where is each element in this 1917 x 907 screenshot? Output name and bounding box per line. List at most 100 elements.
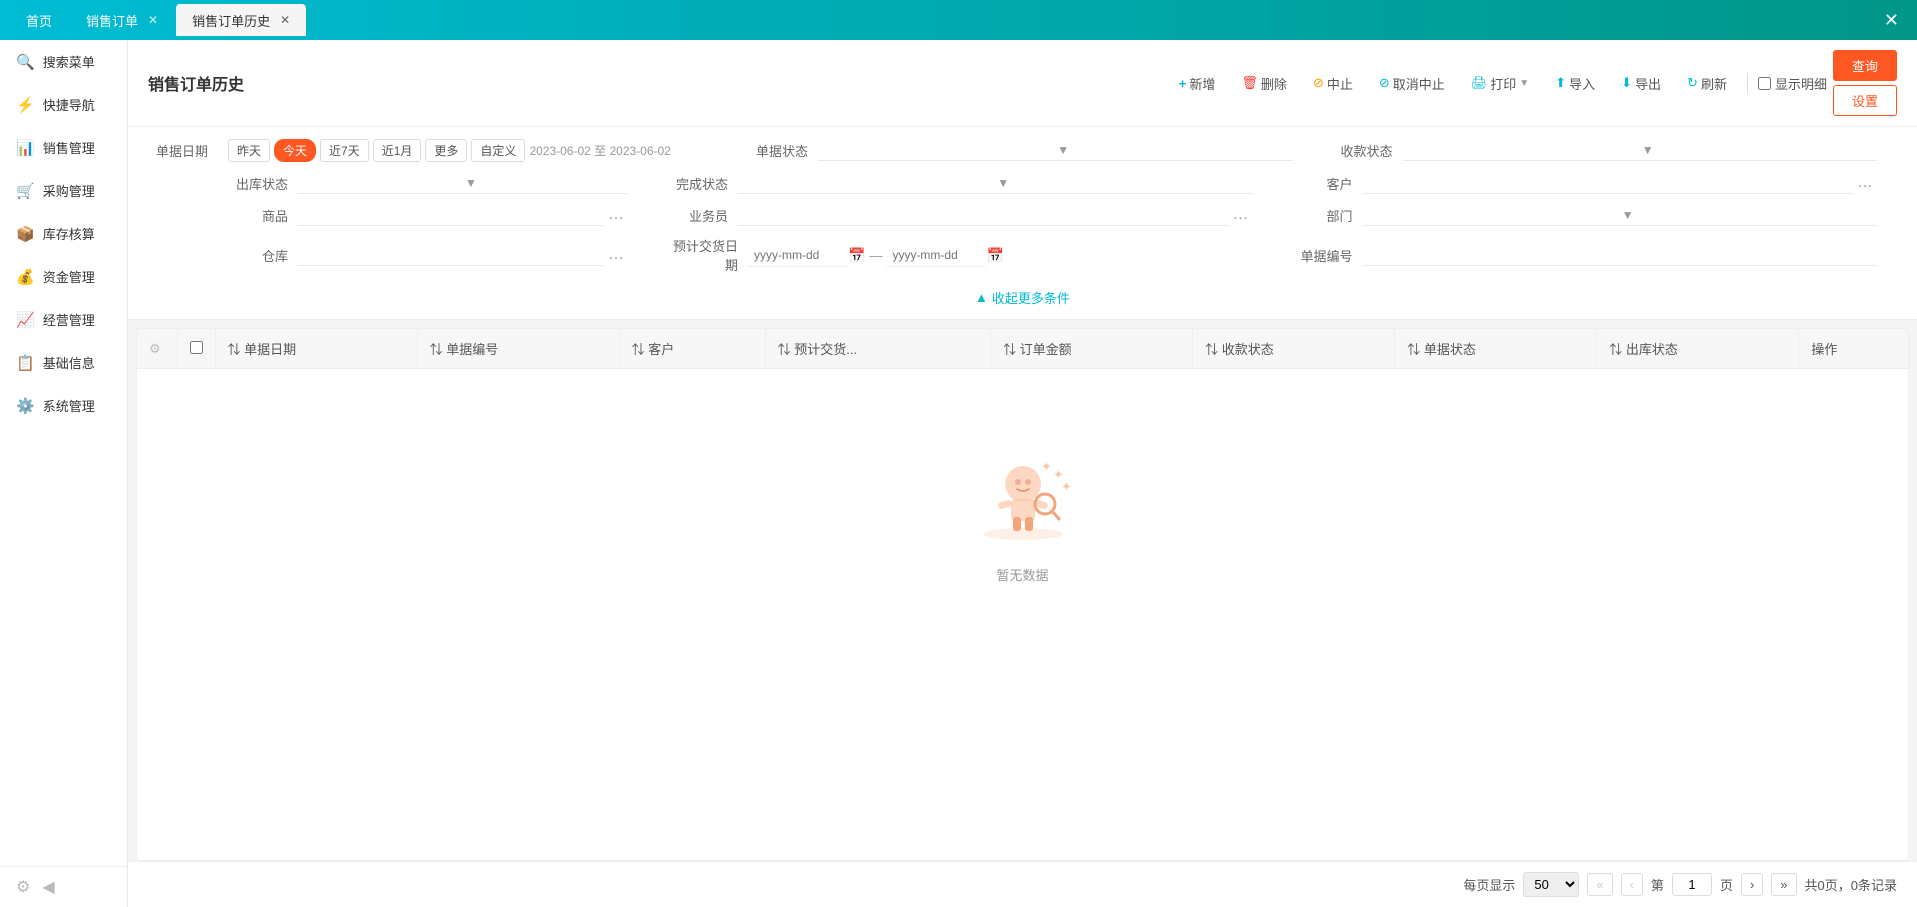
nav-next-button[interactable]: › — [1741, 873, 1763, 896]
sidebar-item-purchase-mgmt[interactable]: 🛒 采购管理 — [0, 169, 127, 212]
purchase-mgmt-icon: 🛒 — [16, 182, 35, 200]
sidebar-item-sales-mgmt[interactable]: 📊 销售管理 — [0, 126, 127, 169]
col-outbound-status[interactable]: ⇅ 出库状态 — [1597, 329, 1799, 369]
select-all-checkbox[interactable] — [190, 341, 203, 354]
empty-text: 暂无数据 — [996, 565, 1048, 584]
customer-label: 客户 — [1293, 174, 1363, 193]
collapse-row[interactable]: ▲ 收起更多条件 — [148, 284, 1897, 307]
data-table: ⚙ ⇅ 单据日期 ⇅ 单据编号 — [137, 329, 1908, 664]
sidebar-item-operations-label: 经营管理 — [43, 310, 95, 329]
sidebar-item-system[interactable]: ⚙️ 系统管理 — [0, 384, 127, 427]
customer-ellipsis[interactable]: … — [1853, 174, 1877, 192]
col-doc-date[interactable]: ⇅ 单据日期 — [215, 329, 417, 369]
doc-status-select[interactable]: ▼ — [818, 140, 1293, 161]
tab-sales-history[interactable]: 销售订单历史 ✕ — [176, 4, 306, 36]
cancel-stop-button[interactable]: ⊘ 取消中止 — [1369, 69, 1455, 98]
sidebar-item-search-menu[interactable]: 🔍 搜索菜单 — [0, 40, 127, 83]
sidebar-gear-icon[interactable]: ⚙ — [16, 877, 30, 897]
table-footer: 每页显示 50 10 20 100 « ‹ 第 页 › » 共0页，0条记录 — [128, 861, 1917, 907]
display-cols-input[interactable] — [1758, 77, 1771, 90]
product-ellipsis[interactable]: … — [604, 206, 628, 224]
display-cols-checkbox[interactable]: 显示明细 — [1758, 74, 1827, 93]
cal-from-icon[interactable]: 📅 — [848, 247, 865, 264]
nav-prev-button[interactable]: ‹ — [1621, 873, 1643, 896]
export-icon: ⬇ — [1621, 75, 1632, 91]
salesman-label: 业务员 — [668, 206, 738, 225]
delivery-date-to[interactable] — [886, 244, 986, 267]
import-icon: ⬆ — [1555, 75, 1566, 91]
outbound-chevron: ▼ — [465, 176, 628, 190]
warehouse-input[interactable] — [298, 244, 604, 266]
nav-last-button[interactable]: » — [1771, 873, 1796, 896]
col-customer[interactable]: ⇅ 客户 — [619, 329, 765, 369]
salesman-ellipsis[interactable]: … — [1229, 206, 1253, 224]
filter-row-4: 仓库 … 预计交货日期 📅 — 📅 单据编号 — [148, 236, 1897, 274]
date-btn-custom[interactable]: 自定义 — [471, 139, 525, 162]
import-button[interactable]: ⬆ 导入 — [1545, 69, 1605, 98]
tab-sales-order[interactable]: 销售订单 ✕ — [70, 4, 174, 36]
col-doc-status[interactable]: ⇅ 单据状态 — [1395, 329, 1597, 369]
col-doc-no[interactable]: ⇅ 单据编号 — [417, 329, 619, 369]
doc-date-label: 单据日期 — [156, 141, 218, 160]
sidebar-item-basic-info[interactable]: 📋 基础信息 — [0, 341, 127, 384]
stop-button[interactable]: ⊘ 中止 — [1303, 69, 1363, 98]
sidebar-item-basic-label: 基础信息 — [43, 353, 95, 372]
complete-label: 完成状态 — [668, 174, 738, 193]
cancel-stop-icon: ⊘ — [1379, 75, 1390, 91]
sales-mgmt-icon: 📊 — [16, 139, 35, 157]
delete-button[interactable]: 🗑 删除 — [1231, 69, 1297, 98]
nav-first-button[interactable]: « — [1587, 873, 1612, 896]
sidebar-item-operations[interactable]: 📈 经营管理 — [0, 298, 127, 341]
delivery-date-from[interactable] — [748, 244, 848, 267]
empty-state: ✦ ✦ ✦ 暂无数据 — [137, 369, 1908, 664]
table-settings-icon[interactable]: ⚙ — [149, 341, 161, 356]
payment-status-chevron: ▼ — [1642, 143, 1877, 157]
sidebar-item-inventory-label: 库存核算 — [43, 224, 95, 243]
order-no-input[interactable] — [1363, 244, 1878, 266]
date-btn-more[interactable]: 更多 — [425, 139, 467, 162]
svg-text:✦: ✦ — [1041, 459, 1052, 474]
col-amount[interactable]: ⇅ 订单金额 — [991, 329, 1193, 369]
col-delivery[interactable]: ⇅ 预计交货... — [765, 329, 990, 369]
page-input[interactable] — [1672, 873, 1712, 896]
date-btn-7days[interactable]: 近7天 — [320, 139, 369, 162]
customer-input[interactable] — [1363, 172, 1854, 194]
date-btn-yesterday[interactable]: 昨天 — [228, 139, 270, 162]
date-btn-today[interactable]: 今天 — [274, 139, 316, 162]
payment-status-select[interactable]: ▼ — [1403, 140, 1878, 161]
window-close-button[interactable]: ✕ — [1876, 10, 1907, 31]
refresh-label: 刷新 — [1701, 74, 1727, 93]
col-doc-date-label: ⇅ 单据日期 — [228, 339, 297, 358]
tab-home[interactable]: 首页 — [10, 4, 68, 36]
sidebar-item-finance[interactable]: 💰 资金管理 — [0, 255, 127, 298]
refresh-button[interactable]: ↻ 刷新 — [1677, 69, 1737, 98]
settings-button[interactable]: 设置 — [1833, 85, 1897, 116]
complete-chevron: ▼ — [997, 176, 1252, 190]
date-btn-1month[interactable]: 近1月 — [373, 139, 422, 162]
query-button[interactable]: 查询 — [1833, 50, 1897, 81]
sidebar-item-inventory[interactable]: 📦 库存核算 — [0, 212, 127, 255]
tab-sales-order-close[interactable]: ✕ — [148, 13, 158, 27]
sidebar-item-quick-nav[interactable]: ⚡ 快捷导航 — [0, 83, 127, 126]
warehouse-label: 仓库 — [228, 246, 298, 265]
new-button[interactable]: + 新增 — [1169, 69, 1226, 98]
cal-to-icon[interactable]: 📅 — [986, 247, 1003, 264]
per-page-select[interactable]: 50 10 20 100 — [1523, 872, 1579, 897]
product-input[interactable] — [298, 204, 604, 226]
salesman-input[interactable] — [738, 204, 1229, 226]
print-button[interactable]: 🖨 打印 ▼ — [1461, 69, 1539, 98]
import-label: 导入 — [1569, 74, 1595, 93]
sidebar-item-search-label: 搜索菜单 — [43, 52, 95, 71]
complete-select[interactable]: ▼ — [738, 173, 1253, 194]
sidebar-collapse-icon[interactable]: ◀ — [42, 877, 54, 897]
page-suffix: 页 — [1720, 875, 1733, 894]
delete-label: 删除 — [1261, 74, 1287, 93]
tab-sales-history-close[interactable]: ✕ — [280, 13, 290, 27]
col-action-label: 操作 — [1811, 342, 1837, 357]
outbound-select[interactable]: ▼ — [298, 173, 628, 194]
dept-select[interactable]: ▼ — [1363, 205, 1878, 226]
operations-icon: 📈 — [16, 311, 35, 329]
col-payment-status[interactable]: ⇅ 收款状态 — [1193, 329, 1395, 369]
export-button[interactable]: ⬇ 导出 — [1611, 69, 1671, 98]
warehouse-ellipsis[interactable]: … — [604, 246, 628, 264]
